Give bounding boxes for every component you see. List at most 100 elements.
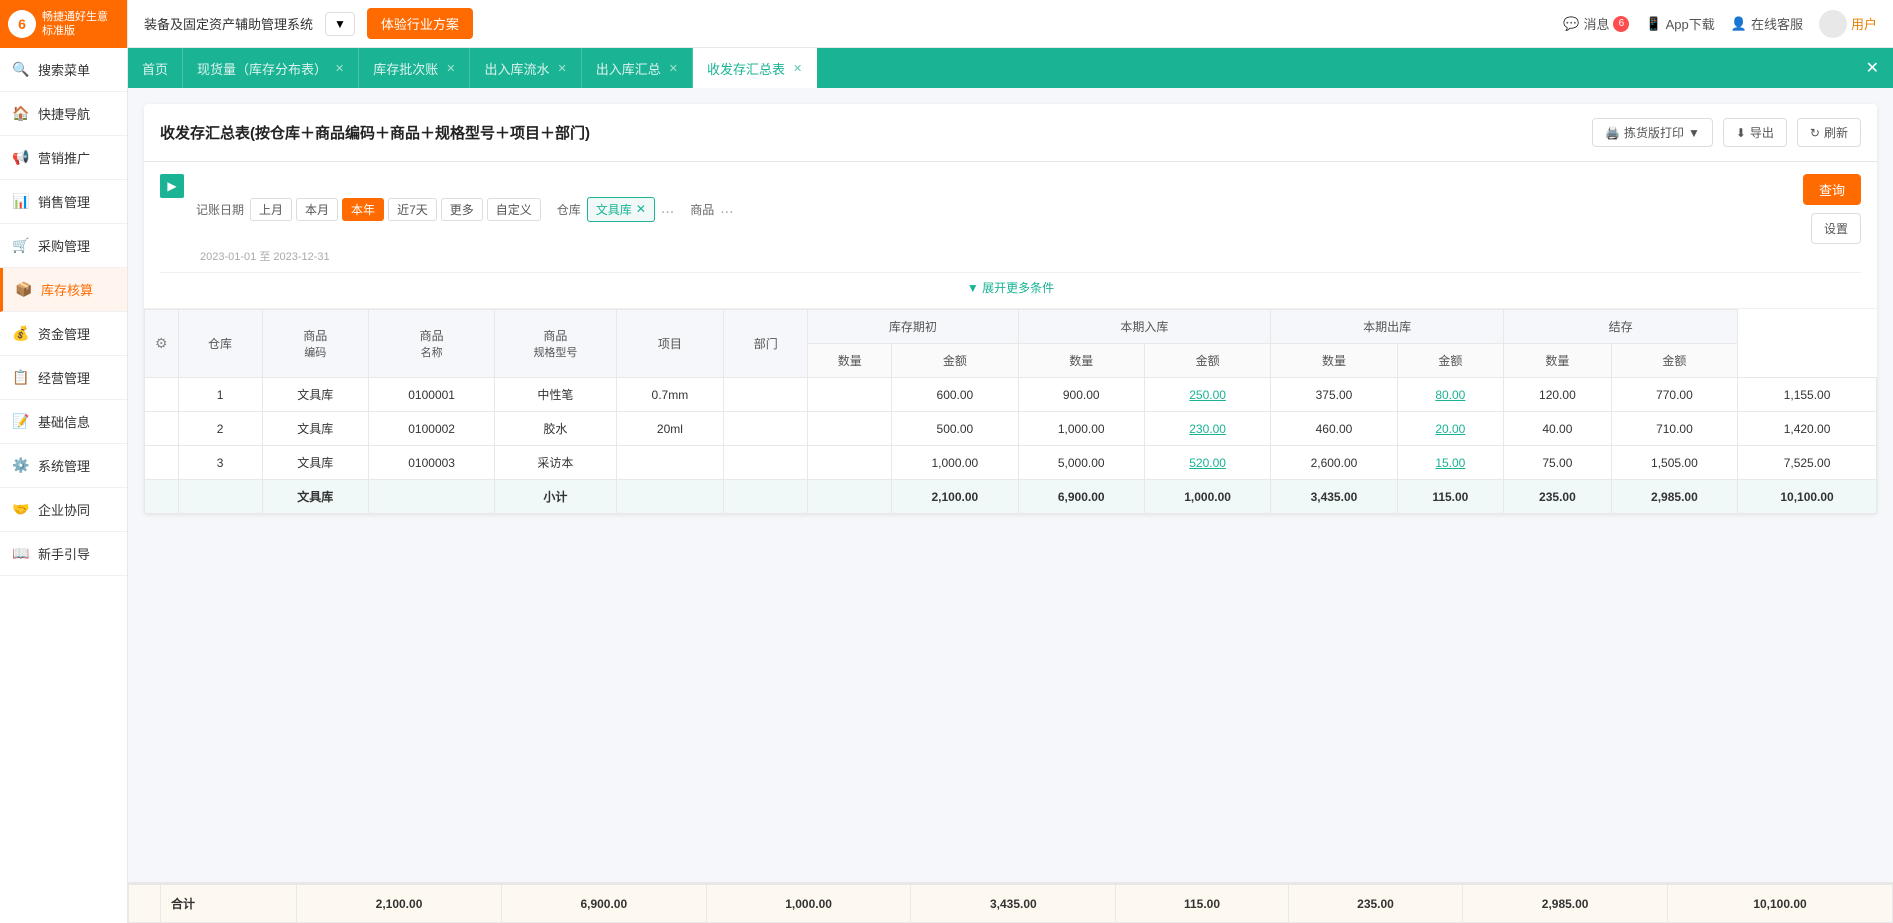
footer-out-amt: 235.00 [1288, 885, 1462, 923]
sidebar-item-search[interactable]: 🔍搜索菜单 [0, 48, 127, 92]
print-label: 拣货版打印 [1624, 124, 1684, 141]
sidebar-icon-basic: 📝 [12, 413, 30, 430]
col-in-qty: 数量 [1018, 344, 1144, 378]
user-group[interactable]: 用户 [1819, 10, 1877, 38]
expand-more-button[interactable]: ▼ 展开更多条件 [967, 281, 1054, 295]
cell-open-amt: 900.00 [1018, 378, 1144, 412]
cell-code: 0100001 [368, 378, 494, 412]
tab-label-inventory-dist: 现货量（库存分布表） [197, 59, 327, 78]
date-btn-近7天[interactable]: 近7天 [388, 198, 437, 221]
sidebar-item-finance[interactable]: 💰资金管理 [0, 312, 127, 356]
settings-button[interactable]: 设置 [1811, 213, 1861, 244]
cell-bal-amt: 1,155.00 [1738, 378, 1877, 412]
page-title: 收发存汇总表(按仓库＋商品编码＋商品＋规格型号＋项目＋部门) [160, 122, 590, 157]
tab-inout-flow[interactable]: 出入库流水✕ [470, 48, 581, 88]
sidebar-item-basic[interactable]: 📝基础信息 [0, 400, 127, 444]
sidebar-item-corp[interactable]: 🤝企业协同 [0, 488, 127, 532]
sidebar-label-corp: 企业协同 [38, 500, 90, 519]
cell-out-qty-link[interactable]: 15.00 [1435, 456, 1465, 470]
print-button[interactable]: 🖨️ 拣货版打印 ▼ [1592, 118, 1713, 147]
date-btn-更多[interactable]: 更多 [441, 198, 483, 221]
date-buttons: 上月本月本年近7天更多自定义 [250, 198, 541, 221]
sidebar-item-guide[interactable]: 📖新手引导 [0, 532, 127, 576]
cell-num: 2 [178, 412, 262, 446]
tab-inventory-dist[interactable]: 现货量（库存分布表） ✕ [183, 48, 359, 88]
cell-out-amt: 75.00 [1504, 446, 1612, 480]
cell-warehouse: 文具库 [262, 378, 368, 412]
cell-in-qty-link[interactable]: 250.00 [1189, 388, 1226, 402]
tab-close-inout-flow[interactable]: ✕ [558, 62, 567, 75]
date-btn-自定义[interactable]: 自定义 [487, 198, 541, 221]
cell-out-qty[interactable]: 15.00 [1397, 446, 1503, 480]
col-in-amt: 金额 [1144, 344, 1270, 378]
date-btn-本月[interactable]: 本月 [296, 198, 338, 221]
col-dept-header: 部门 [724, 310, 808, 378]
app-download-group[interactable]: 📱 App下载 [1645, 14, 1714, 33]
filter-expand-button[interactable]: ▶ [160, 174, 184, 198]
tab-batch[interactable]: 库存批次账✕ [359, 48, 470, 88]
tabbar-close-all[interactable]: ✕ [1852, 48, 1893, 88]
sidebar-item-sales[interactable]: 📊销售管理 [0, 180, 127, 224]
tab-recv-summary[interactable]: 收发存汇总表 ✕ [693, 48, 817, 88]
system-dropdown[interactable]: ▼ [325, 12, 355, 36]
footer-in-amt: 3,435.00 [911, 885, 1116, 923]
tab-close-inout-summary[interactable]: ✕ [669, 62, 678, 75]
col-warehouse-header: 仓库 [178, 310, 262, 378]
col-settings: ⚙ [145, 310, 179, 378]
main-table: ⚙ 仓库 商品编码 商品名称 商品规格型号 项目 部门 库存期初 本期入库 本期… [144, 309, 1877, 514]
cell-in-amt: 2,600.00 [1271, 446, 1397, 480]
sidebar-item-inventory[interactable]: 📦库存核算 [0, 268, 127, 312]
sidebar-item-quicknav[interactable]: 🏠快捷导航 [0, 92, 127, 136]
cell-in-qty[interactable]: 250.00 [1144, 378, 1270, 412]
warehouse-tag[interactable]: 文具库 ✕ [587, 197, 655, 222]
cell-in-qty-link[interactable]: 230.00 [1189, 422, 1226, 436]
cell-in-qty-link[interactable]: 520.00 [1189, 456, 1226, 470]
cell-num [178, 480, 262, 514]
cell-out-qty[interactable]: 80.00 [1397, 378, 1503, 412]
sidebar-label-system: 系统管理 [38, 456, 90, 475]
cell-out-qty[interactable]: 20.00 [1397, 412, 1503, 446]
sidebar: 6 畅捷通好生意 标准版 🔍搜索菜单🏠快捷导航📢营销推广📊销售管理🛒采购管理📦库… [0, 0, 128, 923]
export-button[interactable]: ⬇ 导出 [1723, 118, 1787, 147]
tab-label-recv-summary: 收发存汇总表 [707, 59, 785, 78]
sidebar-label-operation: 经营管理 [38, 368, 90, 387]
cell-out-qty-link[interactable]: 80.00 [1435, 388, 1465, 402]
cell-in-qty[interactable]: 520.00 [1144, 446, 1270, 480]
message-label: 消息 [1583, 14, 1609, 33]
col-in-header: 本期入库 [1018, 310, 1271, 344]
cell-settings [145, 412, 179, 446]
tab-close-recv-summary[interactable]: ✕ [793, 62, 802, 75]
refresh-button[interactable]: ↻ 刷新 [1797, 118, 1861, 147]
cell-open-amt: 6,900.00 [1018, 480, 1144, 514]
service-group[interactable]: 👤 在线客服 [1731, 14, 1803, 33]
tab-close-inventory-dist[interactable]: ✕ [335, 62, 344, 75]
message-group[interactable]: 💬 消息 6 [1563, 14, 1629, 33]
cell-in-qty[interactable]: 230.00 [1144, 412, 1270, 446]
date-btn-上月[interactable]: 上月 [250, 198, 292, 221]
warehouse-dots[interactable]: ... [661, 200, 674, 218]
user-label: 用户 [1851, 14, 1877, 33]
date-btn-本年[interactable]: 本年 [342, 198, 384, 221]
gear-icon[interactable]: ⚙ [155, 335, 168, 351]
filter-top-row: ▶ 记账日期 上月本月本年近7天更多自定义 仓库 文具库 ✕ [160, 174, 1861, 264]
cell-num: 1 [178, 378, 262, 412]
cell-out-qty-link[interactable]: 20.00 [1435, 422, 1465, 436]
footer-bal-amt: 10,100.00 [1668, 885, 1893, 923]
col-opening-header: 库存期初 [808, 310, 1018, 344]
query-button[interactable]: 查询 [1803, 174, 1861, 205]
sidebar-item-purchase[interactable]: 🛒采购管理 [0, 224, 127, 268]
sidebar-item-operation[interactable]: 📋经营管理 [0, 356, 127, 400]
warehouse-tag-close[interactable]: ✕ [636, 202, 646, 216]
goods-dots[interactable]: ... [720, 200, 733, 218]
sidebar-item-marketing[interactable]: 📢营销推广 [0, 136, 127, 180]
tab-inout-summary[interactable]: 出入库汇总✕ [582, 48, 693, 88]
tab-home[interactable]: 首页 [128, 48, 183, 88]
trial-button[interactable]: 体验行业方案 [367, 8, 473, 39]
cell-code: 0100002 [368, 412, 494, 446]
footer-open-amt: 6,900.00 [501, 885, 706, 923]
sidebar-item-system[interactable]: ⚙️系统管理 [0, 444, 127, 488]
topbar: 装备及固定资产辅助管理系统 ▼ 体验行业方案 💬 消息 6 📱 App下载 👤 … [128, 0, 1893, 48]
cell-name: 采访本 [495, 446, 616, 480]
col-out-header: 本期出库 [1271, 310, 1504, 344]
tab-close-batch[interactable]: ✕ [446, 62, 455, 75]
